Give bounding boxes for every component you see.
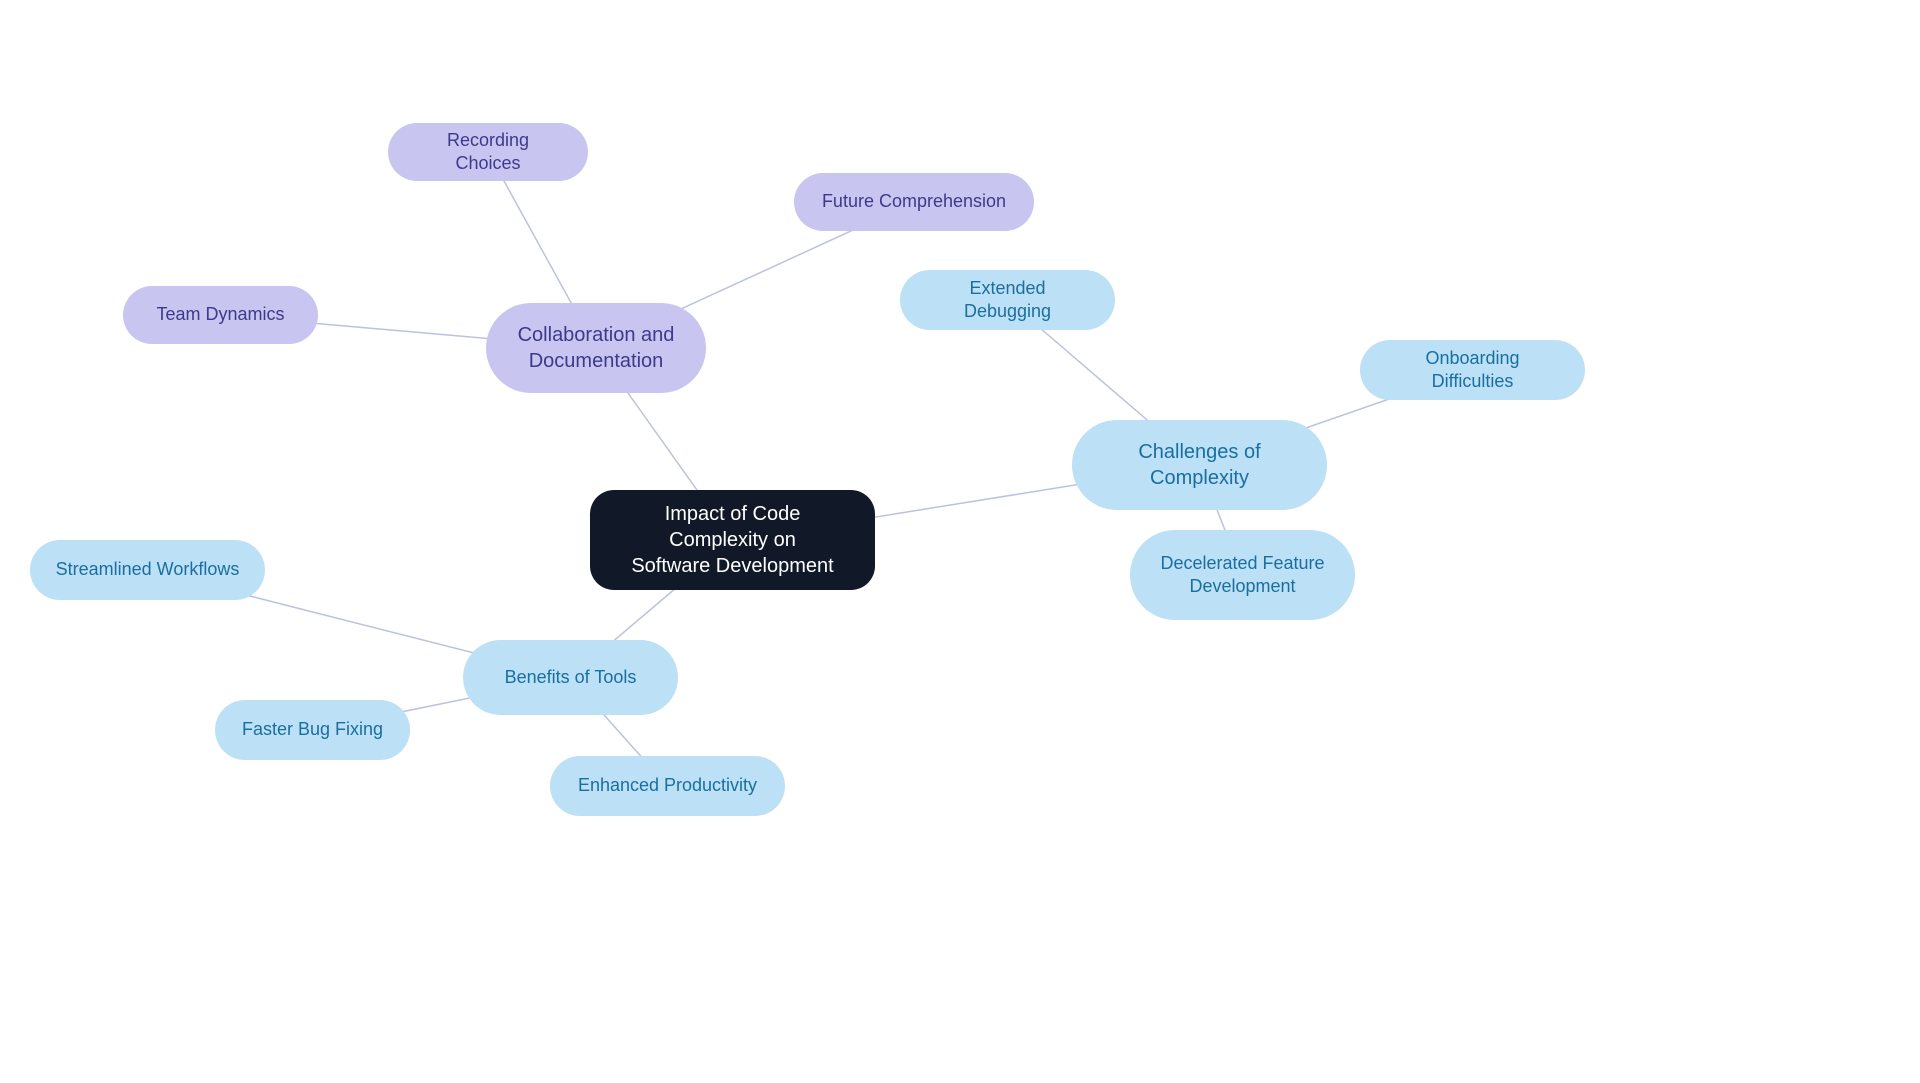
node-center[interactable]: Impact of Code Complexity on Software De…	[590, 490, 875, 590]
mind-map: Impact of Code Complexity on Software De…	[0, 0, 1920, 1083]
node-recording[interactable]: Recording Choices	[388, 123, 588, 181]
node-benefits[interactable]: Benefits of Tools	[463, 640, 678, 715]
node-future[interactable]: Future Comprehension	[794, 173, 1034, 231]
connections-svg	[0, 0, 1920, 1083]
node-decelerated[interactable]: Decelerated Feature Development	[1130, 530, 1355, 620]
node-challenges[interactable]: Challenges of Complexity	[1072, 420, 1327, 510]
node-streamlined[interactable]: Streamlined Workflows	[30, 540, 265, 600]
node-onboarding[interactable]: Onboarding Difficulties	[1360, 340, 1585, 400]
node-team[interactable]: Team Dynamics	[123, 286, 318, 344]
node-collaboration[interactable]: Collaboration and Documentation	[486, 303, 706, 393]
node-extended[interactable]: Extended Debugging	[900, 270, 1115, 330]
node-faster[interactable]: Faster Bug Fixing	[215, 700, 410, 760]
node-enhanced[interactable]: Enhanced Productivity	[550, 756, 785, 816]
